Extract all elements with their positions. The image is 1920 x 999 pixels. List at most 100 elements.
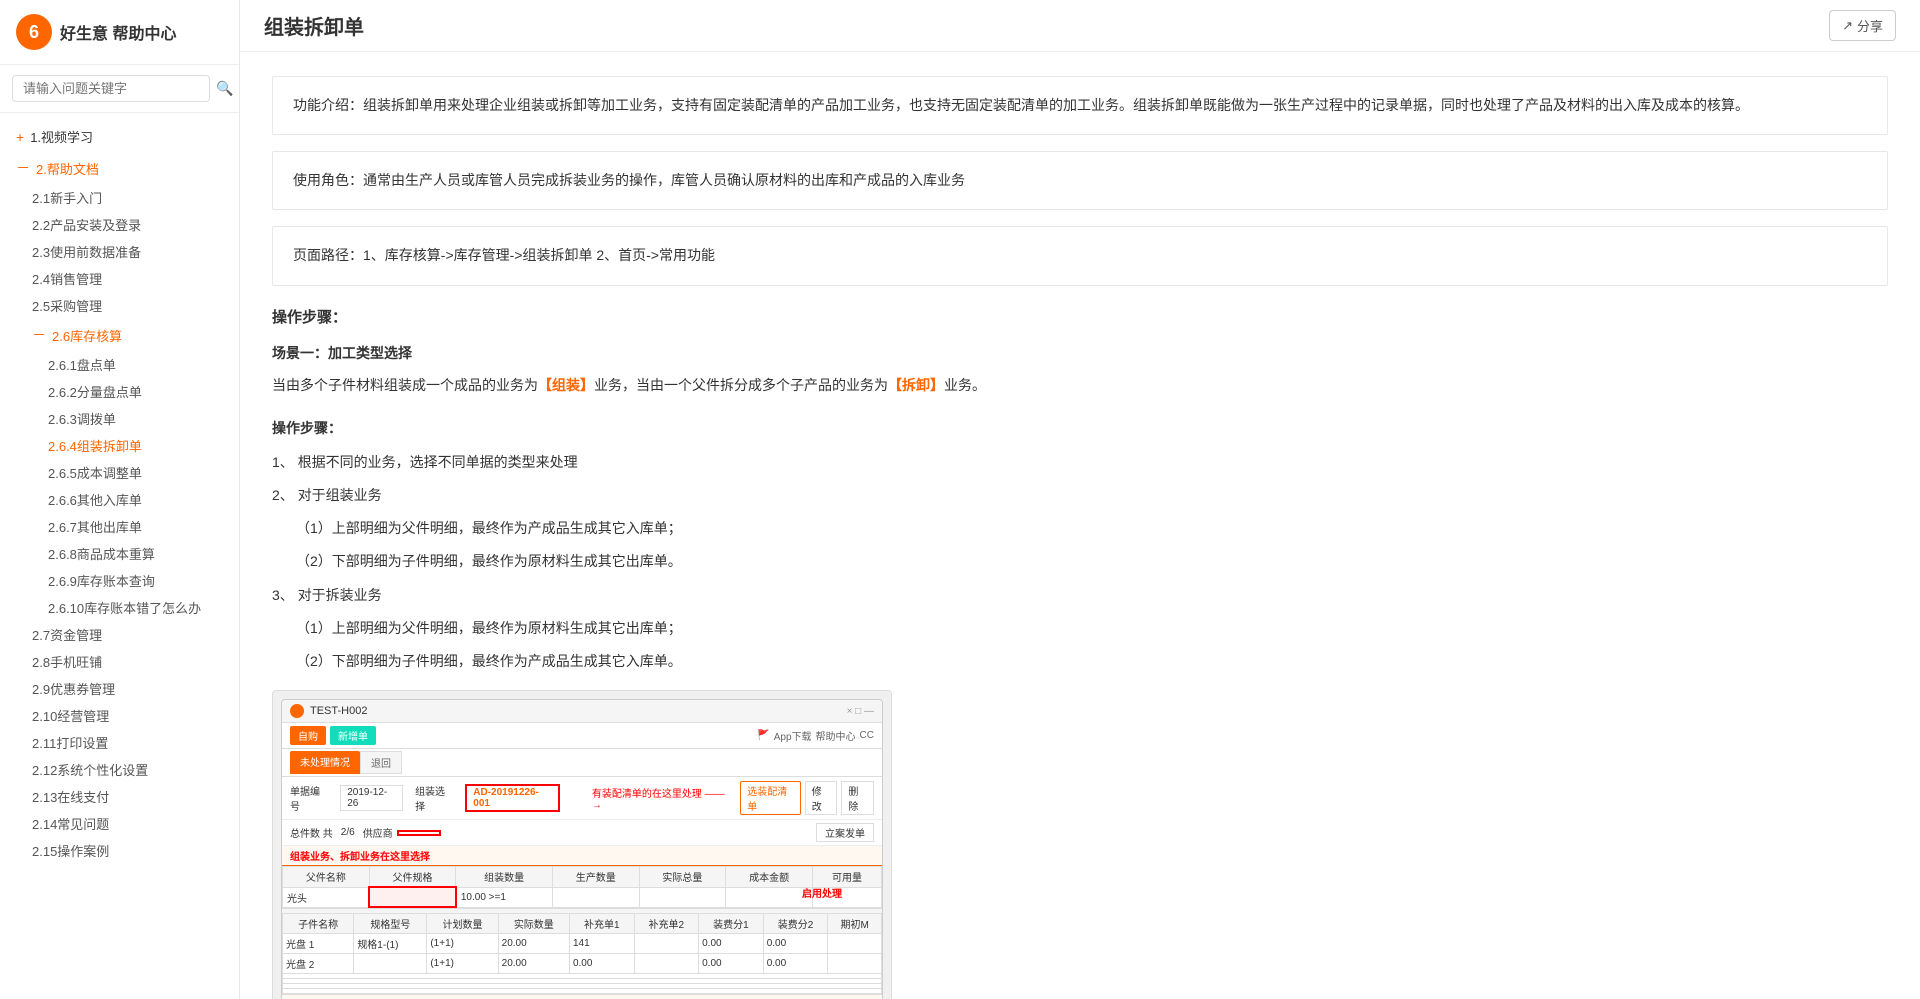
scenario1-desc: 当由多个子件材料组装成一个成品的业务为【组装】业务，当由一个父件拆分成多个子产品…: [272, 373, 1888, 398]
mock-form-label1: 单据编号: [290, 783, 328, 813]
collapse-icon: －: [16, 158, 30, 178]
mock-action-btns: 选装配清单 修改 删除: [740, 781, 874, 815]
sidebar-item-sales[interactable]: 2.4销售管理: [0, 265, 239, 292]
mock-subtable-header: 子件名称 规格型号 计划数量 实际数量 补充单1 补充单2 装费分1 装费分2 …: [283, 914, 882, 934]
mock-annotation1: 有装配清单的在这里处理 ——→: [592, 785, 728, 811]
search-box: 🔍: [0, 65, 239, 113]
sidebar-item-stock-check[interactable]: 2.6.1盘点单: [0, 351, 239, 378]
sidebar-item-stock-error[interactable]: 2.6.10库存账本错了怎么办: [0, 594, 239, 621]
sidebar-item-personalize[interactable]: 2.12系统个性化设置: [0, 756, 239, 783]
share-button[interactable]: ↗ 分享: [1829, 10, 1896, 41]
sidebar-item-finance[interactable]: 2.7资金管理: [0, 621, 239, 648]
step-1-num: 1、: [272, 454, 294, 470]
mock-count-label: 总件数 共: [290, 825, 333, 840]
mock-annotation4: 无固定清单可以填报在这里置空入: [282, 994, 882, 999]
step-3-1: （1）上部明细为父件明细，最终作为原材料生成其它出库单；: [296, 616, 1888, 641]
sidebar-item-stock-query[interactable]: 2.6.9库存账本查询: [0, 567, 239, 594]
sidebar-item-cost-adjust[interactable]: 2.6.5成本调整单: [0, 459, 239, 486]
sidebar-item-other-out[interactable]: 2.6.7其他出库单: [0, 513, 239, 540]
mock-form-input2: AD-20191226-001: [465, 784, 560, 812]
step-2-num: 2、: [272, 487, 294, 503]
sidebar-item-print[interactable]: 2.11打印设置: [0, 729, 239, 756]
mock-app-label: App下载: [774, 728, 812, 743]
sidebar-item-label: 2.帮助文档: [36, 159, 99, 178]
keyword-assembly: 【组装】: [538, 377, 594, 393]
sidebar-item-docs[interactable]: － 2.帮助文档: [0, 152, 239, 184]
sidebar-item-purchase[interactable]: 2.5采购管理: [0, 292, 239, 319]
nav-list: + 1.视频学习 － 2.帮助文档 2.1新手入门 2.2产品安装及登录 2.3…: [0, 113, 239, 999]
sidebar-item-label: 2.6库存核算: [52, 326, 122, 345]
mock-form-input1: 2019-12-26: [340, 785, 403, 811]
logo-icon: 6: [16, 14, 52, 50]
sidebar: 6 好生意 帮助中心 🔍 + 1.视频学习 － 2.帮助文档 2.1新手入门 2…: [0, 0, 240, 999]
step-2: 2、 对于组装业务: [272, 483, 1888, 508]
intro-text-2: 使用角色：通常由生产人员或库管人员完成拆装业务的操作，库管人员确认原材料的出库和…: [293, 172, 965, 188]
sidebar-item-faq[interactable]: 2.14常见问题: [0, 810, 239, 837]
intro-block-2: 使用角色：通常由生产人员或库管人员完成拆装业务的操作，库管人员确认原材料的出库和…: [272, 151, 1888, 210]
mock-nav-right: 🚩 App下载 帮助中心 CC: [757, 728, 874, 743]
sidebar-item-assembly[interactable]: 2.6.4组装拆卸单: [0, 432, 239, 459]
mock-flag-icon: 🚩: [757, 730, 769, 741]
mock-tabs: 未处理情况 退回: [282, 749, 882, 777]
table-row: 光盘 2 (1+1) 20.00 0.00 0.00 0.00: [283, 954, 882, 974]
search-input[interactable]: [12, 75, 210, 102]
mock-titlebar: TEST-H002 × □ —: [282, 700, 882, 723]
mock-nav-new: 新增单: [330, 726, 376, 745]
step-3-num: 3、: [272, 587, 294, 603]
table-row: 光头 10.00 >=1: [283, 887, 882, 907]
intro-block-1: 功能介绍：组装拆卸单用来处理企业组装或拆卸等加工业务，支持有固定装配清单的产品加…: [272, 76, 1888, 135]
sidebar-item-inventory[interactable]: － 2.6库存核算: [0, 319, 239, 351]
sidebar-item-cases[interactable]: 2.15操作案例: [0, 837, 239, 864]
keyword-disassembly: 【拆卸】: [888, 377, 944, 393]
sidebar-item-partial-check[interactable]: 2.6.2分量盘点单: [0, 378, 239, 405]
mock-search-label: 供应商: [363, 825, 393, 840]
mock-navbar: 自购 新增单 🚩 App下载 帮助中心 CC: [282, 723, 882, 749]
table-row: 光盘 1 规格1-(1) (1+1) 20.00 141 0.00 0.00: [283, 934, 882, 954]
step-3: 3、 对于拆装业务: [272, 583, 1888, 608]
mock-sub-form: 总件数 共 2/6 供应商 立案发单: [282, 820, 882, 846]
sidebar-item-dataprep[interactable]: 2.3使用前数据准备: [0, 238, 239, 265]
step-2-2: （2）下部明细为子件明细，最终作为原材料生成其它出库单。: [296, 549, 1888, 574]
intro-text-1: 功能介绍：组装拆卸单用来处理企业组装或拆卸等加工业务，支持有固定装配清单的产品加…: [293, 97, 1749, 113]
mock-nav-home: 自购: [290, 726, 326, 745]
mock-title: TEST-H002: [310, 705, 367, 717]
mock-table-area: 父件名称 父件规格 组装数量 生产数量 实际总量 成本金额 可用量: [282, 866, 882, 908]
sidebar-item-install[interactable]: 2.2产品安装及登录: [0, 211, 239, 238]
sidebar-item-other-in[interactable]: 2.6.6其他入库单: [0, 486, 239, 513]
mock-tab-return: 退回: [360, 751, 402, 774]
mock-supplier-input: [397, 830, 441, 836]
sidebar-item-coupon[interactable]: 2.9优惠券管理: [0, 675, 239, 702]
mock-search-area: 供应商: [363, 825, 441, 840]
mock-annotation3: 启用处理: [802, 885, 842, 900]
mock-avatar: CC: [860, 730, 874, 741]
steps-title: 操作步骤：: [272, 418, 1888, 438]
logo-text: 好生意 帮助中心: [60, 20, 176, 44]
mock-controls: × □ —: [847, 706, 874, 717]
mock-tab-active: 未处理情况: [290, 751, 360, 774]
step-2-text: 对于组装业务: [298, 487, 382, 503]
sidebar-item-video[interactable]: + 1.视频学习: [0, 121, 239, 152]
page-title: 组装拆卸单: [264, 11, 364, 40]
mock-form-row: 单据编号 2019-12-26 组装选择 AD-20191226-001 有装配…: [282, 777, 882, 820]
sidebar-item-transfer[interactable]: 2.6.3调拨单: [0, 405, 239, 432]
mock-help-label: 帮助中心: [816, 728, 856, 743]
step-1: 1、 根据不同的业务，选择不同单据的类型来处理: [272, 450, 1888, 475]
expand-icon: +: [16, 129, 24, 145]
mock-btn-edit: 修改: [805, 781, 838, 815]
sidebar-item-newbie[interactable]: 2.1新手入门: [0, 184, 239, 211]
mock-table-header: 父件名称 父件规格 组装数量 生产数量 实际总量 成本金额 可用量: [283, 867, 882, 888]
sidebar-item-label: 1.视频学习: [30, 127, 93, 146]
content-area: 功能介绍：组装拆卸单用来处理企业组装或拆卸等加工业务，支持有固定装配清单的产品加…: [240, 52, 1920, 999]
search-icon[interactable]: 🔍: [216, 80, 233, 97]
mock-subtable-header-row: 启用处理: [282, 908, 882, 913]
table-row: [283, 989, 882, 994]
step-3-2: （2）下部明细为子件明细，最终作为产成品生成其它入库单。: [296, 649, 1888, 674]
step-3-text: 对于拆装业务: [298, 587, 382, 603]
mock-table-body: 光头 10.00 >=1: [283, 887, 882, 907]
sidebar-item-ops[interactable]: 2.10经营管理: [0, 702, 239, 729]
sidebar-item-payment[interactable]: 2.13在线支付: [0, 783, 239, 810]
mock-subtable-body: 光盘 1 规格1-(1) (1+1) 20.00 141 0.00 0.00: [283, 934, 882, 994]
sidebar-item-mobile[interactable]: 2.8手机旺铺: [0, 648, 239, 675]
mock-btn-delete: 删除: [841, 781, 874, 815]
sidebar-item-cost-recalc[interactable]: 2.6.8商品成本重算: [0, 540, 239, 567]
